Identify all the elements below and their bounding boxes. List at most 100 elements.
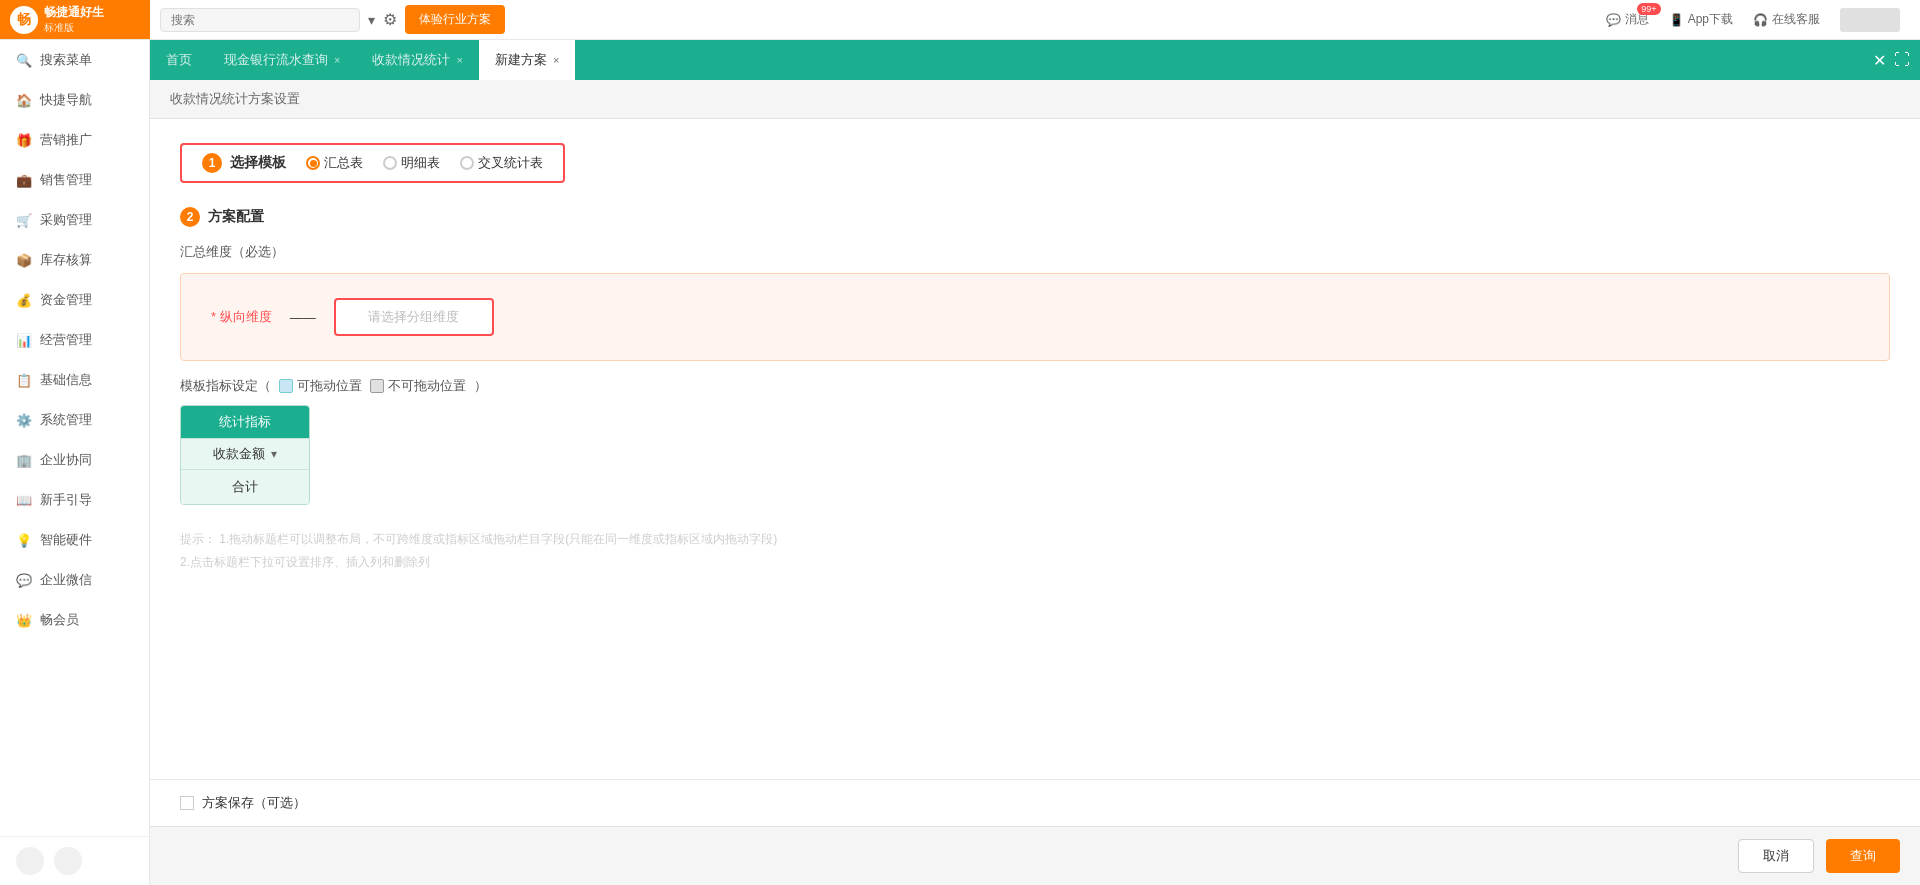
bottom-avatar[interactable] [16, 847, 44, 875]
step2-num: 2 [180, 207, 200, 227]
search-dropdown-icon[interactable]: ▾ [368, 12, 375, 28]
step2-section: 2 方案配置 汇总维度（必选） * 纵向维度 —— 请选择分组维度 [180, 207, 1890, 574]
template-radio-group: 汇总表 明细表 交叉统计表 [306, 154, 543, 172]
tab-new-plan-close[interactable]: × [553, 54, 559, 66]
stats-total-row: 合计 [181, 469, 309, 504]
page-breadcrumb: 收款情况统计方案设置 [150, 80, 1920, 119]
sidebar-item-system[interactable]: ⚙️ 系统管理 [0, 400, 149, 440]
form-area: 1 选择模板 汇总表 [150, 119, 1920, 779]
search-input[interactable] [160, 8, 360, 32]
message-badge: 99+ [1637, 3, 1660, 15]
tab-new-plan[interactable]: 新建方案 × [479, 40, 575, 80]
tab-close-all-icon[interactable]: ✕ [1873, 51, 1886, 70]
sidebar-bottom [0, 836, 149, 885]
member-icon: 👑 [16, 613, 32, 628]
user-avatar [1840, 8, 1900, 32]
service-icon: 🎧 [1753, 13, 1768, 27]
hint-line-1: 提示： 1.拖动标题栏可以调整布局，不可跨维度或指标区域拖动栏目字段(只能在同一… [180, 528, 1890, 551]
sidebar-item-wechat[interactable]: 💬 企业微信 [0, 560, 149, 600]
tab-payment-stats-close[interactable]: × [456, 54, 462, 66]
dimension-box: * 纵向维度 —— 请选择分组维度 [180, 273, 1890, 361]
settings-gear-icon[interactable]: ⚙ [383, 10, 397, 29]
sidebar-item-marketing[interactable]: 🎁 营销推广 [0, 120, 149, 160]
dimension-title: 汇总维度（必选） [180, 243, 1890, 261]
marketing-icon: 🎁 [16, 133, 32, 148]
step1-title: 选择模板 [230, 154, 286, 172]
logo-area: 畅 畅捷通好生 标准版 [0, 0, 150, 39]
tab-home[interactable]: 首页 [150, 40, 208, 80]
sidebar-item-guide[interactable]: 📖 新手引导 [0, 480, 149, 520]
stats-table: 统计指标 收款金额 ▾ 合计 [180, 405, 310, 505]
stats-data-row: 收款金额 ▾ [181, 438, 309, 469]
bottom-icon2[interactable] [54, 847, 82, 875]
bottom-action-bar: 取消 查询 [150, 826, 1920, 885]
tab-bank-flow[interactable]: 现金银行流水查询 × [208, 40, 356, 80]
home-icon: 🏠 [16, 93, 32, 108]
step2-header: 2 方案配置 [180, 207, 1890, 227]
step1-box: 1 选择模板 汇总表 [180, 143, 565, 183]
dim-select-button[interactable]: 请选择分组维度 [334, 298, 494, 336]
hint-line-2: 2.点击标题栏下拉可设置排序、插入列和删除列 [180, 551, 1890, 574]
step2-title: 方案配置 [208, 208, 264, 226]
system-icon: ⚙️ [16, 413, 32, 428]
management-icon: 📊 [16, 333, 32, 348]
sidebar-item-basic[interactable]: 📋 基础信息 [0, 360, 149, 400]
sidebar-item-corp[interactable]: 🏢 企业协同 [0, 440, 149, 480]
dim-row-label: * 纵向维度 [211, 308, 272, 326]
save-section: 方案保存（可选） [150, 779, 1920, 826]
dim-arrow: —— [290, 310, 316, 325]
sidebar-item-member[interactable]: 👑 畅会员 [0, 600, 149, 640]
basic-icon: 📋 [16, 373, 32, 388]
sidebar-item-search[interactable]: 🔍 搜索菜单 [0, 40, 149, 80]
sidebar: 🔍 搜索菜单 🏠 快捷导航 🎁 营销推广 💼 销售管理 🛒 采购管理 📦 库存核… [0, 40, 150, 885]
radio-detail[interactable]: 明细表 [383, 154, 440, 172]
sidebar-item-hardware[interactable]: 💡 智能硬件 [0, 520, 149, 560]
inventory-icon: 📦 [16, 253, 32, 268]
tab-payment-stats[interactable]: 收款情况统计 × [356, 40, 478, 80]
radio-cross[interactable]: 交叉统计表 [460, 154, 543, 172]
tab-expand-icon[interactable]: ⛶ [1894, 51, 1910, 69]
stats-dropdown-icon[interactable]: ▾ [271, 447, 277, 461]
page-scroll-area: 收款情况统计方案设置 1 选择模板 [150, 80, 1920, 885]
hardware-icon: 💡 [16, 533, 32, 548]
guide-icon: 📖 [16, 493, 32, 508]
step1-num: 1 [202, 153, 222, 173]
finance-icon: 💰 [16, 293, 32, 308]
wechat-icon: 💬 [16, 573, 32, 588]
query-button[interactable]: 查询 [1826, 839, 1900, 873]
message-button[interactable]: 💬 消息 99+ [1606, 11, 1649, 28]
logo-text: 畅捷通好生 标准版 [44, 4, 104, 35]
sidebar-item-inventory[interactable]: 📦 库存核算 [0, 240, 149, 280]
radio-detail-circle [383, 156, 397, 170]
corp-icon: 🏢 [16, 453, 32, 468]
app-download-button[interactable]: 📱 App下载 [1669, 11, 1733, 28]
step1-section: 1 选择模板 汇总表 [180, 143, 1890, 183]
message-icon: 💬 [1606, 13, 1621, 27]
trial-button[interactable]: 体验行业方案 [405, 5, 505, 34]
tab-bar: 首页 现金银行流水查询 × 收款情况统计 × 新建方案 × ✕ ⛶ [150, 40, 1920, 80]
purchase-icon: 🛒 [16, 213, 32, 228]
radio-summary-circle [306, 156, 320, 170]
hints-area: 提示： 1.拖动标题栏可以调整布局，不可跨维度或指标区域拖动栏目字段(只能在同一… [180, 528, 1890, 574]
sidebar-item-sales[interactable]: 💼 销售管理 [0, 160, 149, 200]
tab-bank-flow-close[interactable]: × [334, 54, 340, 66]
indicator-header: 模板指标设定（ 可拖动位置 不可拖动位置 ） [180, 377, 1890, 395]
sidebar-item-finance[interactable]: 💰 资金管理 [0, 280, 149, 320]
save-checkbox-label[interactable]: 方案保存（可选） [202, 794, 306, 812]
sidebar-item-management[interactable]: 📊 经营管理 [0, 320, 149, 360]
legend-nondraggable: 不可拖动位置 [370, 377, 466, 395]
download-icon: 📱 [1669, 13, 1684, 27]
radio-summary[interactable]: 汇总表 [306, 154, 363, 172]
radio-cross-circle [460, 156, 474, 170]
cancel-button[interactable]: 取消 [1738, 839, 1814, 873]
save-checkbox[interactable] [180, 796, 194, 810]
step1-header: 1 选择模板 汇总表 [180, 143, 1890, 183]
sidebar-item-nav[interactable]: 🏠 快捷导航 [0, 80, 149, 120]
sidebar-item-purchase[interactable]: 🛒 采购管理 [0, 200, 149, 240]
search-menu-icon: 🔍 [16, 53, 32, 68]
stats-header-row: 统计指标 [181, 406, 309, 438]
dimension-area: 汇总维度（必选） * 纵向维度 —— 请选择分组维度 [180, 243, 1890, 361]
online-service-button[interactable]: 🎧 在线客服 [1753, 11, 1820, 28]
indicator-area: 模板指标设定（ 可拖动位置 不可拖动位置 ） [180, 377, 1890, 508]
logo-icon: 畅 [10, 6, 38, 34]
